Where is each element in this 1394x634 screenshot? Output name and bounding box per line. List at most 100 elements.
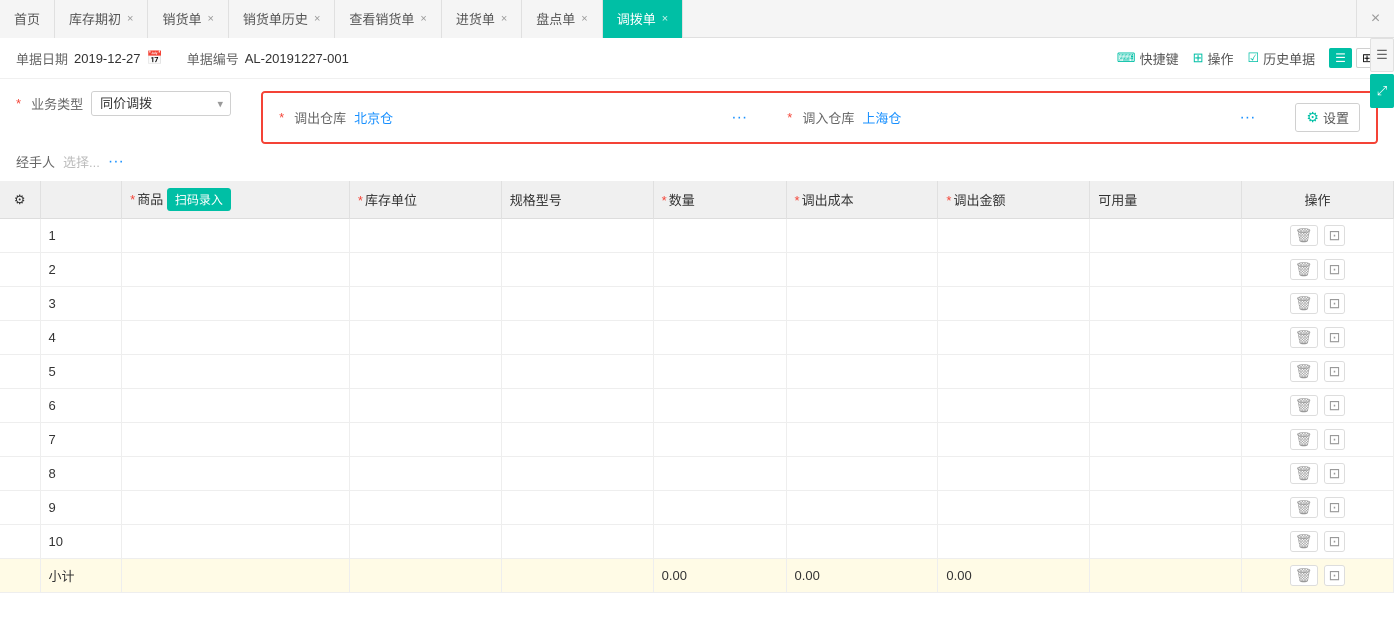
tab-bar-close-btn[interactable]: ×	[1356, 0, 1394, 38]
tab-inventory-init[interactable]: 库存期初 ×	[55, 0, 148, 38]
row-copy-btn-9[interactable]: ⊡	[1324, 497, 1346, 518]
row-spec-4[interactable]	[501, 321, 653, 355]
operation-action[interactable]: ⊞ 操作	[1193, 49, 1234, 68]
row-amount-2[interactable]	[938, 253, 1090, 287]
row-delete-btn-5[interactable]: 🗑	[1290, 361, 1318, 382]
row-unit-7[interactable]	[349, 423, 501, 457]
tab-sales-history-close[interactable]: ×	[314, 13, 320, 25]
row-qty-5[interactable]	[653, 355, 786, 389]
row-copy-btn-2[interactable]: ⊡	[1324, 259, 1346, 280]
row-unit-6[interactable]	[349, 389, 501, 423]
row-copy-btn-6[interactable]: ⊡	[1324, 395, 1346, 416]
row-qty-8[interactable]	[653, 457, 786, 491]
row-unit-2[interactable]	[349, 253, 501, 287]
row-amount-4[interactable]	[938, 321, 1090, 355]
tab-transfer-order-close[interactable]: ×	[662, 13, 668, 25]
row-cost-1[interactable]	[786, 219, 938, 253]
row-unit-4[interactable]	[349, 321, 501, 355]
row-amount-6[interactable]	[938, 389, 1090, 423]
row-amount-3[interactable]	[938, 287, 1090, 321]
row-product-5[interactable]	[122, 355, 350, 389]
row-amount-1[interactable]	[938, 219, 1090, 253]
row-qty-1[interactable]	[653, 219, 786, 253]
row-unit-10[interactable]	[349, 525, 501, 559]
row-product-10[interactable]	[122, 525, 350, 559]
row-spec-1[interactable]	[501, 219, 653, 253]
row-amount-9[interactable]	[938, 491, 1090, 525]
business-type-select[interactable]: 同价调拨	[91, 91, 231, 116]
warehouse-in-more-btn[interactable]: ···	[1239, 109, 1255, 127]
row-product-6[interactable]	[122, 389, 350, 423]
row-copy-btn-4[interactable]: ⊡	[1324, 327, 1346, 348]
row-qty-9[interactable]	[653, 491, 786, 525]
tab-view-sales[interactable]: 查看销货单 ×	[335, 0, 441, 38]
row-product-7[interactable]	[122, 423, 350, 457]
row-spec-10[interactable]	[501, 525, 653, 559]
warehouse-out-more-btn[interactable]: ···	[731, 109, 747, 127]
calendar-icon[interactable]: 📅	[147, 50, 163, 66]
row-amount-10[interactable]	[938, 525, 1090, 559]
row-amount-8[interactable]	[938, 457, 1090, 491]
tab-inventory-init-close[interactable]: ×	[127, 13, 133, 25]
row-spec-7[interactable]	[501, 423, 653, 457]
person-more-btn[interactable]: ···	[108, 153, 124, 171]
person-select[interactable]: 选择...	[63, 152, 100, 171]
sidebar-expand-btn[interactable]: ⤢	[1370, 74, 1394, 108]
row-qty-2[interactable]	[653, 253, 786, 287]
row-copy-btn-1[interactable]: ⊡	[1324, 225, 1346, 246]
row-product-1[interactable]	[122, 219, 350, 253]
tab-inventory-check[interactable]: 盘点单 ×	[522, 0, 602, 38]
settings-button[interactable]: ⚙ 设置	[1295, 103, 1360, 132]
grid-btn-list[interactable]: ☰	[1329, 48, 1352, 68]
row-copy-btn-10[interactable]: ⊡	[1324, 531, 1346, 552]
row-copy-btn-7[interactable]: ⊡	[1324, 429, 1346, 450]
scan-button[interactable]: 扫码录入	[167, 188, 231, 211]
row-spec-6[interactable]	[501, 389, 653, 423]
row-cost-7[interactable]	[786, 423, 938, 457]
row-product-3[interactable]	[122, 287, 350, 321]
row-qty-3[interactable]	[653, 287, 786, 321]
row-product-2[interactable]	[122, 253, 350, 287]
row-qty-10[interactable]	[653, 525, 786, 559]
row-product-4[interactable]	[122, 321, 350, 355]
row-copy-btn-5[interactable]: ⊡	[1324, 361, 1346, 382]
row-spec-2[interactable]	[501, 253, 653, 287]
row-copy-btn-8[interactable]: ⊡	[1324, 463, 1346, 484]
row-cost-6[interactable]	[786, 389, 938, 423]
row-cost-4[interactable]	[786, 321, 938, 355]
col-gear[interactable]: ⚙	[0, 181, 40, 219]
warehouse-out-value[interactable]: 北京仓	[354, 108, 393, 127]
row-delete-btn-10[interactable]: 🗑	[1290, 531, 1318, 552]
row-spec-5[interactable]	[501, 355, 653, 389]
row-delete-btn-1[interactable]: 🗑	[1290, 225, 1318, 246]
tab-home[interactable]: 首页	[0, 0, 55, 38]
row-qty-4[interactable]	[653, 321, 786, 355]
tab-sales-order[interactable]: 销货单 ×	[148, 0, 228, 38]
tab-purchase-order[interactable]: 进货单 ×	[442, 0, 522, 38]
row-spec-8[interactable]	[501, 457, 653, 491]
row-cost-2[interactable]	[786, 253, 938, 287]
row-unit-1[interactable]	[349, 219, 501, 253]
row-amount-7[interactable]	[938, 423, 1090, 457]
row-delete-btn-2[interactable]: 🗑	[1290, 259, 1318, 280]
subtotal-delete-icon[interactable]: 🗑	[1290, 565, 1318, 586]
row-product-9[interactable]	[122, 491, 350, 525]
row-unit-5[interactable]	[349, 355, 501, 389]
row-qty-6[interactable]	[653, 389, 786, 423]
row-cost-3[interactable]	[786, 287, 938, 321]
row-delete-btn-7[interactable]: 🗑	[1290, 429, 1318, 450]
row-cost-5[interactable]	[786, 355, 938, 389]
tab-inventory-check-close[interactable]: ×	[581, 13, 587, 25]
row-amount-5[interactable]	[938, 355, 1090, 389]
row-delete-btn-6[interactable]: 🗑	[1290, 395, 1318, 416]
row-delete-btn-3[interactable]: 🗑	[1290, 293, 1318, 314]
sidebar-doc-btn[interactable]: ☰	[1370, 38, 1394, 72]
shortcut-action[interactable]: ⌨ 快捷键	[1117, 49, 1179, 68]
row-delete-btn-9[interactable]: 🗑	[1290, 497, 1318, 518]
row-unit-8[interactable]	[349, 457, 501, 491]
row-copy-btn-3[interactable]: ⊡	[1324, 293, 1346, 314]
row-unit-3[interactable]	[349, 287, 501, 321]
warehouse-in-value[interactable]: 上海仓	[862, 108, 901, 127]
tab-transfer-order[interactable]: 调拨单 ×	[603, 0, 683, 38]
tab-view-sales-close[interactable]: ×	[420, 13, 426, 25]
